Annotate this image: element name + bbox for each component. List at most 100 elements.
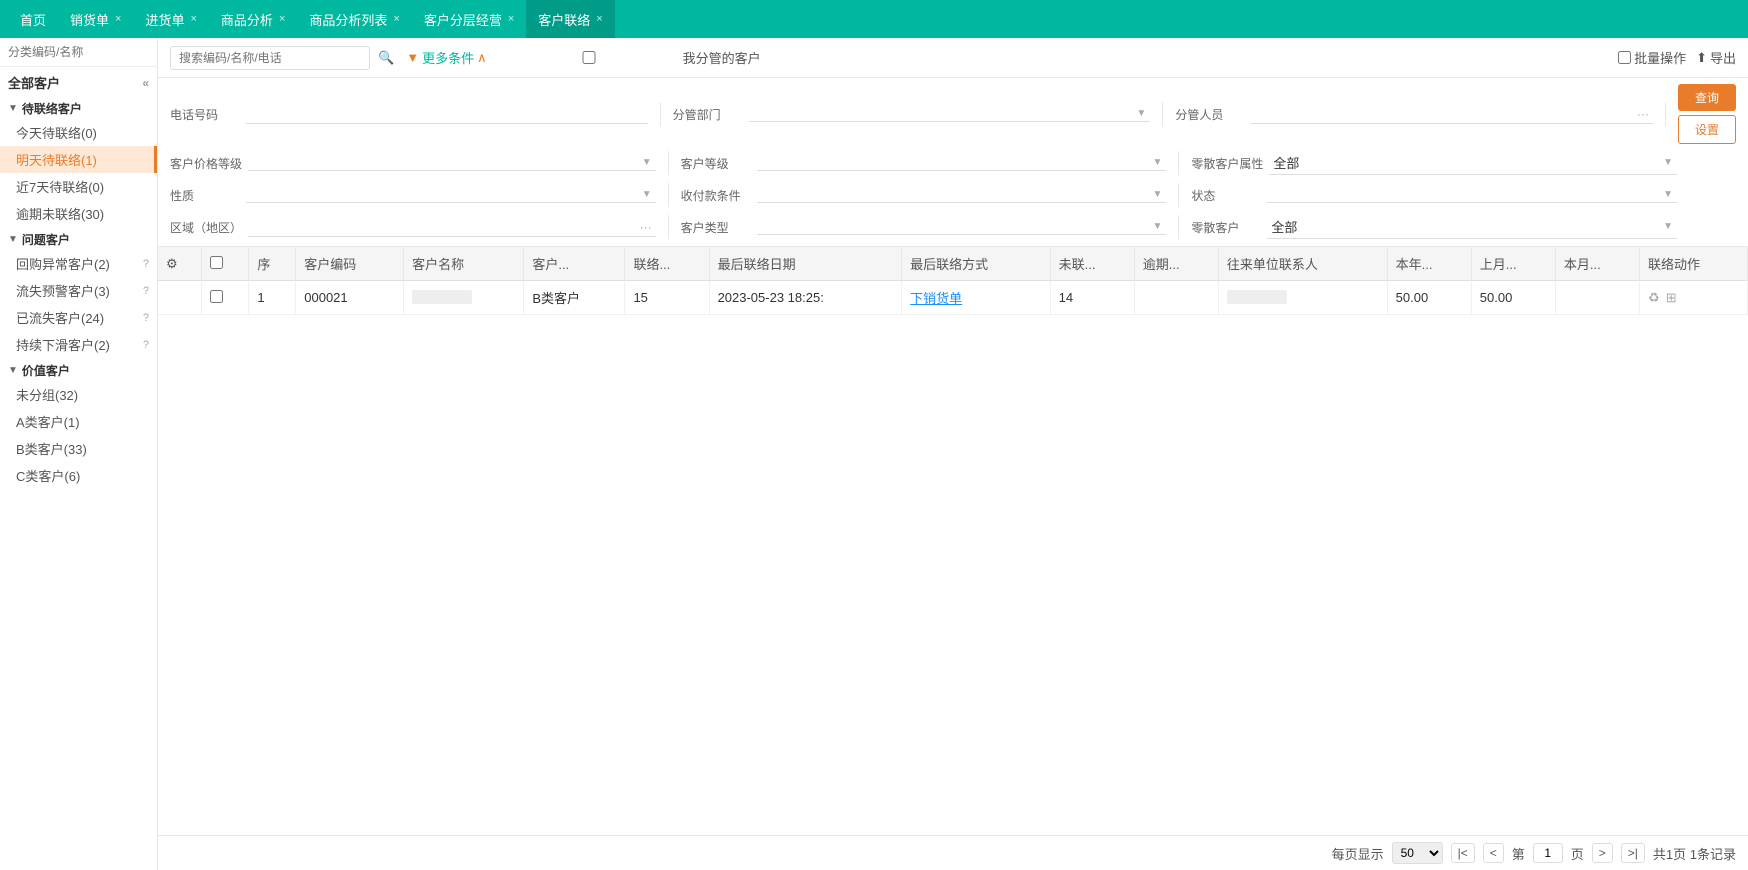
retail-cust-select[interactable]: 全部▼	[1267, 215, 1677, 239]
sidebar-item[interactable]: 明天待联络(1)	[0, 146, 157, 173]
nav-item-商品分析[interactable]: 商品分析×	[209, 0, 297, 38]
dept-label: 分管部门	[673, 106, 743, 123]
my-customers-checkbox-label[interactable]: 我分管的客户	[499, 48, 761, 67]
sidebar-item[interactable]: B类客户(33)	[0, 435, 157, 462]
cell-partner_contact	[1218, 281, 1387, 315]
col-label: 逾期...	[1143, 254, 1180, 273]
cell-seq: 1	[249, 281, 296, 315]
close-icon[interactable]: ×	[508, 13, 514, 25]
retail-attr-select[interactable]: 全部▼	[1269, 151, 1677, 175]
sidebar-item-label: 明天待联络(1)	[16, 150, 97, 169]
cell-this_month	[1555, 281, 1639, 315]
manager-select[interactable]: ···	[1251, 105, 1653, 124]
last-page-btn[interactable]: >|	[1621, 843, 1645, 863]
cust-price-select[interactable]: ▼	[248, 155, 656, 171]
batch-op-btn[interactable]: 批量操作	[1618, 48, 1686, 67]
first-page-btn[interactable]: |<	[1451, 843, 1475, 863]
customer-name-blurred	[412, 290, 472, 304]
sidebar-item[interactable]: 流失预警客户(3)?	[0, 277, 157, 304]
col-label: 客户名称	[412, 254, 464, 273]
dept-select[interactable]: ▼	[749, 106, 1151, 122]
sidebar-item[interactable]: 今天待联络(0)	[0, 119, 157, 146]
status-select[interactable]: ▼	[1267, 187, 1677, 203]
row-checkbox[interactable]	[210, 290, 223, 303]
action-icon-1[interactable]: ♻	[1648, 290, 1660, 305]
prev-page-btn[interactable]: <	[1483, 843, 1504, 863]
filter-bar: 🔍 ▼ 更多条件 ∧ 我分管的客户 批量操作 ⬆ 导出	[158, 38, 1748, 78]
contact-method-link[interactable]: 下销货单	[910, 291, 962, 306]
status-cell: 状态 ▼	[1191, 187, 1677, 204]
export-label: 导出	[1710, 48, 1736, 67]
next-page-btn[interactable]: >	[1592, 843, 1613, 863]
close-icon[interactable]: ×	[596, 13, 602, 25]
nav-item-商品分析列表[interactable]: 商品分析列表×	[297, 0, 411, 38]
export-btn[interactable]: ⬆ 导出	[1696, 48, 1736, 67]
retail-attr-cell: 零散客户属性 全部▼	[1191, 151, 1677, 175]
my-customers-checkbox[interactable]	[499, 51, 679, 64]
page-size-select[interactable]: 50 100 200	[1392, 842, 1443, 864]
col-header-code: 客户编码	[296, 247, 404, 281]
close-icon[interactable]: ×	[115, 13, 121, 25]
action-icon-2[interactable]: ⊞	[1666, 290, 1677, 305]
payment-cell: 收付款条件 ▼	[681, 187, 1167, 204]
nature-select[interactable]: ▼	[246, 187, 656, 203]
query-btn[interactable]: 查询	[1678, 84, 1736, 111]
cust-type-select[interactable]: ▼	[757, 219, 1167, 235]
search-icon[interactable]: 🔍	[378, 50, 394, 66]
nav-item-客户联络[interactable]: 客户联络×	[526, 0, 614, 38]
select-all-checkbox[interactable]	[210, 256, 223, 269]
sidebar-search-input[interactable]	[8, 45, 158, 59]
cell-action: ♻⊞	[1640, 281, 1748, 315]
cell-last_contact_method: 下销货单	[902, 281, 1050, 315]
col-header-name: 客户名称	[404, 247, 524, 281]
cust-level-cell: 客户等级 ▼	[681, 155, 1167, 172]
phone-input[interactable]	[246, 105, 648, 124]
checkbox-col-header[interactable]	[202, 247, 249, 281]
sidebar-item[interactable]: 未分组(32)	[0, 381, 157, 408]
sidebar-search-bar: 🔍	[0, 38, 157, 67]
nav-item-进货单[interactable]: 进货单×	[133, 0, 208, 38]
sidebar-item[interactable]: 近7天待联络(0)	[0, 173, 157, 200]
close-icon[interactable]: ×	[393, 13, 399, 25]
cell-code: 000021	[296, 281, 404, 315]
sidebar-item[interactable]: 逾期未联络(30)	[0, 200, 157, 227]
close-icon[interactable]: ×	[190, 13, 196, 25]
sidebar-item[interactable]: 回购异常客户(2)?	[0, 250, 157, 277]
help-icon[interactable]: ?	[143, 312, 149, 324]
settings-col-header[interactable]: ⚙	[158, 247, 202, 281]
search-input[interactable]	[170, 46, 370, 70]
sidebar-group-价值客户[interactable]: 价值客户	[0, 358, 157, 381]
sidebar-item[interactable]: A类客户(1)	[0, 408, 157, 435]
filter-row-1: 电话号码 分管部门 ▼ 分管人员 ···	[170, 84, 1736, 144]
sidebar-group-问题客户[interactable]: 问题客户	[0, 227, 157, 250]
all-customers-header[interactable]: 全部客户 «	[0, 67, 157, 96]
sidebar-item-label: 近7天待联络(0)	[16, 177, 104, 196]
sidebar-item[interactable]: C类客户(6)	[0, 462, 157, 489]
nav-item-客户分层经营[interactable]: 客户分层经营×	[412, 0, 526, 38]
nav-item-销货单[interactable]: 销货单×	[58, 0, 133, 38]
col-label: 联络动作	[1648, 254, 1700, 273]
cust-level-select[interactable]: ▼	[757, 155, 1167, 171]
payment-select[interactable]: ▼	[757, 187, 1167, 203]
sidebar-item[interactable]: 持续下滑客户(2)?	[0, 331, 157, 358]
help-icon[interactable]: ?	[143, 285, 149, 297]
page-number-input[interactable]	[1533, 843, 1563, 863]
nav-item-首页[interactable]: 首页	[8, 0, 58, 38]
help-icon[interactable]: ?	[143, 339, 149, 351]
more-conditions-btn[interactable]: ▼ 更多条件 ∧	[402, 44, 490, 71]
cust-type-cell: 客户类型 ▼	[681, 219, 1167, 236]
sidebar-item[interactable]: 已流失客户(24)?	[0, 304, 157, 331]
col-header-action: 联络动作	[1640, 247, 1748, 281]
partner-contact-blurred	[1227, 290, 1287, 304]
close-icon[interactable]: ×	[279, 13, 285, 25]
settings-icon[interactable]: ⚙	[166, 256, 178, 271]
cell-last_contact_date: 2023-05-23 18:25:	[709, 281, 902, 315]
region-select[interactable]: ···	[248, 218, 656, 237]
cell-this_year: 50.00	[1387, 281, 1471, 315]
phone-cell: 电话号码	[170, 105, 648, 124]
sidebar-group-待联络客户[interactable]: 待联络客户	[0, 96, 157, 119]
collapse-icon[interactable]: «	[142, 76, 149, 90]
help-icon[interactable]: ?	[143, 258, 149, 270]
set-btn[interactable]: 设置	[1678, 115, 1736, 144]
sidebar-item-label: 流失预警客户(3)	[16, 281, 110, 300]
